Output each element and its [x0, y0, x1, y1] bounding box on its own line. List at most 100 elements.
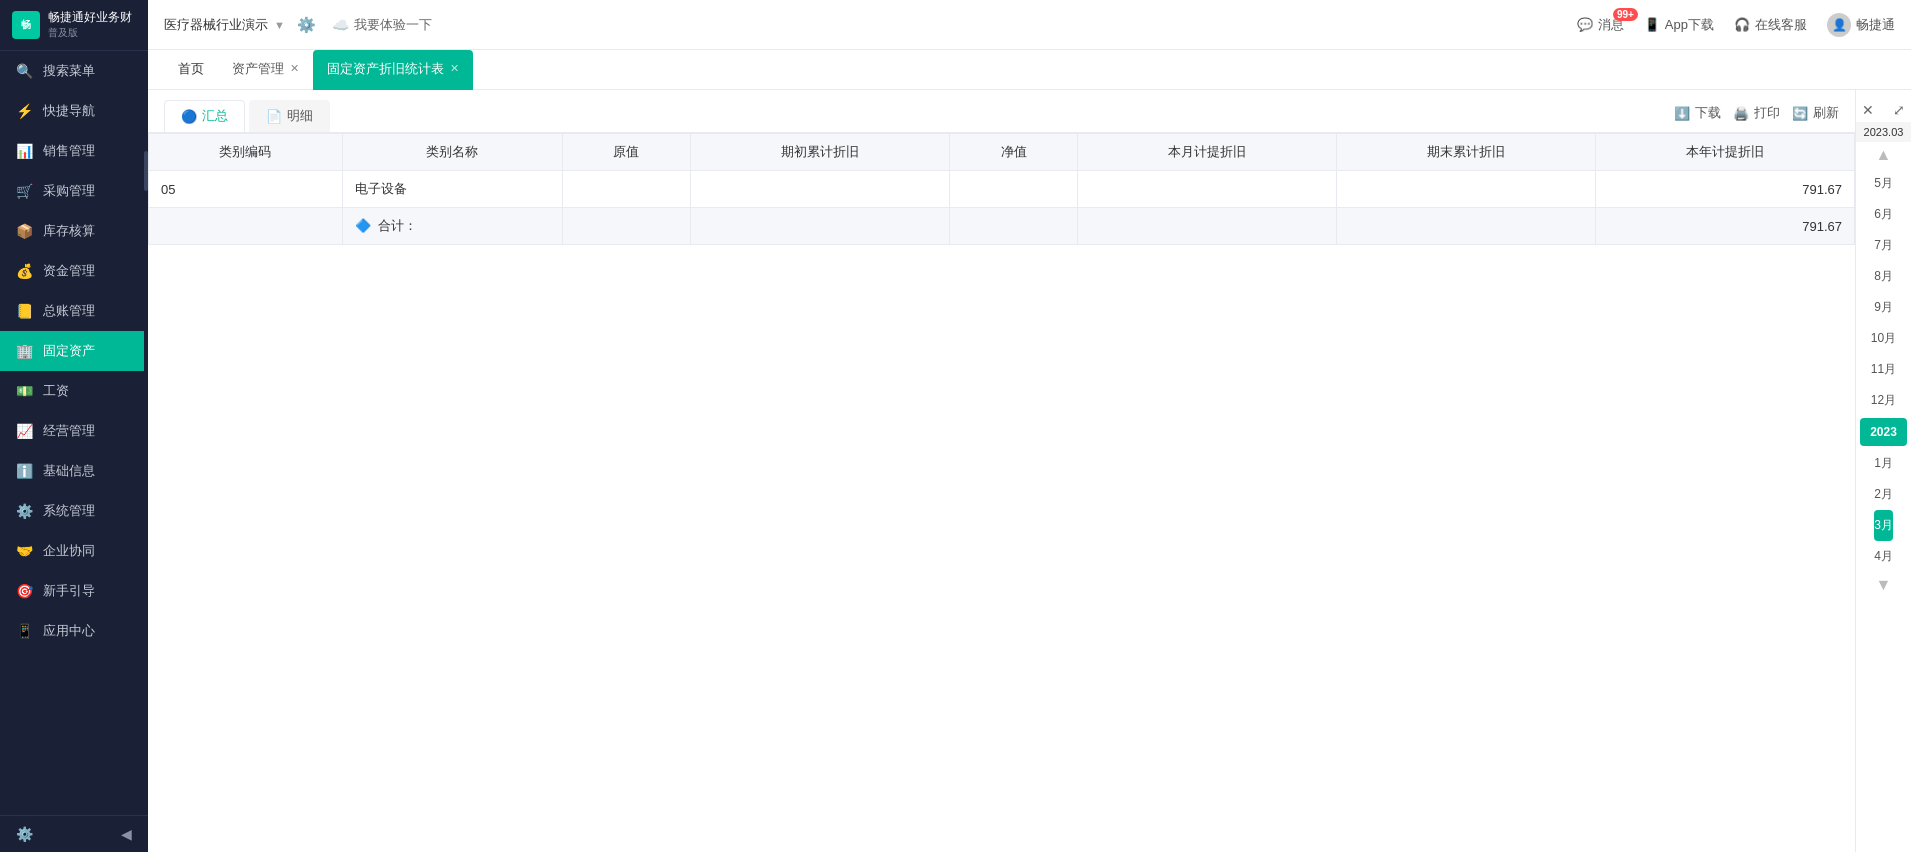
year-2023-marker[interactable]: 2023: [1860, 418, 1907, 446]
main-area: 医疗器械行业演示 ▼ ⚙️ ☁️ 我要体验一下 💬 消息 99+ 📱 App下载…: [148, 0, 1911, 852]
message-badge: 99+: [1613, 8, 1638, 21]
sidebar-item-label: 基础信息: [43, 462, 95, 480]
sidebar-item-label: 企业协同: [43, 542, 95, 560]
tab-home[interactable]: 首页: [164, 50, 218, 90]
panel-up-btn[interactable]: ▲: [1872, 142, 1896, 168]
content-main: 🔵 汇总 📄 明细 ⬇️ 下载 🖨️ 打印: [148, 90, 1855, 852]
message-btn[interactable]: 💬 消息 99+: [1577, 16, 1624, 34]
sidebar-item-guide[interactable]: 🎯新手引导: [0, 571, 144, 611]
print-icon: 🖨️: [1733, 106, 1749, 121]
app-download-btn[interactable]: 📱 App下载: [1644, 16, 1714, 34]
system-icon: ⚙️: [16, 503, 33, 519]
collapse-icon[interactable]: ◀: [121, 826, 132, 842]
tab-depreciation-close-icon[interactable]: ✕: [450, 62, 459, 75]
purchase-icon: 🛒: [16, 183, 33, 199]
sidebar-item-search[interactable]: 🔍搜索菜单: [0, 51, 144, 91]
quick-nav-icon: ⚡: [16, 103, 33, 119]
sidebar-item-label: 销售管理: [43, 142, 95, 160]
cell-net: [949, 171, 1077, 208]
col-initial-dep: 期初累计折旧: [691, 134, 950, 171]
summary-annual-dep: 791.67: [1596, 208, 1855, 245]
app-download-label: App下载: [1665, 16, 1714, 34]
summary-original: [562, 208, 690, 245]
month-7月[interactable]: 7月: [1871, 230, 1896, 261]
settings-icon[interactable]: ⚙️: [16, 826, 33, 842]
sidebar-item-inventory[interactable]: 📦库存核算: [0, 211, 144, 251]
col-annual-dep: 本年计提折旧: [1596, 134, 1855, 171]
sidebar-item-sales[interactable]: 📊销售管理: [0, 131, 144, 171]
refresh-icon: 🔄: [1792, 106, 1808, 121]
subtab-detail[interactable]: 📄 明细: [249, 100, 330, 132]
sidebar-item-basic-info[interactable]: ℹ️ 基础信息: [0, 451, 144, 491]
user-btn[interactable]: 👤 畅捷通: [1827, 13, 1895, 37]
summary-monthly-dep: [1078, 208, 1337, 245]
customer-service-icon: 🎧: [1734, 17, 1750, 32]
company-selector[interactable]: 医疗器械行业演示 ▼: [164, 16, 285, 34]
sidebar-item-system[interactable]: ⚙️ 系统管理: [0, 491, 144, 531]
month-9月[interactable]: 9月: [1871, 292, 1896, 323]
sidebar-item-label: 采购管理: [43, 182, 95, 200]
download-btn[interactable]: ⬇️ 下载: [1674, 104, 1721, 122]
customer-service-btn[interactable]: 🎧 在线客服: [1734, 16, 1807, 34]
sidebar-item-purchase[interactable]: 🛒 采购管理: [0, 171, 144, 211]
user-label: 畅捷通: [1856, 16, 1895, 34]
panel-close-icon[interactable]: ✕: [1862, 102, 1874, 118]
cell-end-dep: [1337, 171, 1596, 208]
cell-original: [562, 171, 690, 208]
sidebar-item-fixed-assets[interactable]: 🏢 固定资产: [0, 331, 144, 371]
month-3月[interactable]: 3月: [1874, 510, 1893, 541]
sidebar-item-label: 工资: [43, 382, 69, 400]
month-5月[interactable]: 5月: [1871, 168, 1896, 199]
sidebar-footer: ⚙️ ◀: [0, 815, 148, 852]
fixed-assets-icon: 🏢: [16, 343, 33, 359]
experience-btn[interactable]: ☁️ 我要体验一下: [332, 16, 432, 34]
print-btn[interactable]: 🖨️ 打印: [1733, 104, 1780, 122]
sidebar-item-salary[interactable]: 💵工资: [0, 371, 144, 411]
subtab-summary[interactable]: 🔵 汇总: [164, 100, 245, 132]
company-arrow-icon: ▼: [274, 19, 285, 31]
message-icon: 💬: [1577, 17, 1593, 32]
sidebar-item-operations[interactable]: 📈经营管理: [0, 411, 144, 451]
month-8月[interactable]: 8月: [1871, 261, 1896, 292]
sidebar-item-app-center[interactable]: 📱应用中心: [0, 611, 144, 651]
sidebar-item-label: 资金管理: [43, 262, 95, 280]
tab-asset-manage[interactable]: 资产管理 ✕: [218, 50, 313, 90]
sidebar-item-finance[interactable]: 💰资金管理: [0, 251, 144, 291]
subtab-bar: 🔵 汇总 📄 明细 ⬇️ 下载 🖨️ 打印: [148, 90, 1855, 133]
sidebar-item-label: 固定资产: [43, 342, 95, 360]
sidebar-item-label: 系统管理: [43, 502, 95, 520]
month-4月[interactable]: 4月: [1874, 541, 1893, 572]
month-1月[interactable]: 1月: [1874, 448, 1893, 479]
col-end-dep: 期末累计折旧: [1337, 134, 1596, 171]
tab-depreciation[interactable]: 固定资产折旧统计表 ✕: [313, 50, 473, 90]
month-10月[interactable]: 10月: [1871, 323, 1896, 354]
sidebar-item-quick-nav[interactable]: ⚡快捷导航: [0, 91, 144, 131]
year-label: 2023.03: [1856, 122, 1911, 142]
month-6月[interactable]: 6月: [1871, 199, 1896, 230]
settings-gear-icon[interactable]: ⚙️: [297, 16, 316, 34]
refresh-btn[interactable]: 🔄 刷新: [1792, 104, 1839, 122]
month-2月[interactable]: 2月: [1874, 479, 1893, 510]
sidebar-header: 畅 畅捷通好业务财 普及版: [0, 0, 148, 51]
topbar-right: 💬 消息 99+ 📱 App下载 🎧 在线客服 👤 畅捷通: [1577, 13, 1895, 37]
sidebar-item-label: 库存核算: [43, 222, 95, 240]
col-name: 类别名称: [342, 134, 562, 171]
experience-label: 我要体验一下: [354, 16, 432, 34]
panel-down-btn[interactable]: ▼: [1872, 572, 1896, 598]
ledger-icon: 📒: [16, 303, 33, 319]
content-area: 🔵 汇总 📄 明细 ⬇️ 下载 🖨️ 打印: [148, 90, 1911, 852]
basic-info-icon: ℹ️: [16, 463, 33, 479]
sidebar-item-ledger[interactable]: 📒总账管理: [0, 291, 144, 331]
col-code: 类别编码: [149, 134, 343, 171]
panel-expand-icon[interactable]: ⤢: [1893, 102, 1905, 118]
sidebar-scrollbar[interactable]: [144, 51, 148, 815]
sidebar-item-cooperation[interactable]: 🤝企业协同: [0, 531, 144, 571]
topbar: 医疗器械行业演示 ▼ ⚙️ ☁️ 我要体验一下 💬 消息 99+ 📱 App下载…: [148, 0, 1911, 50]
app-edition: 普及版: [48, 26, 132, 40]
guide-icon: 🎯: [16, 583, 33, 599]
month-12月[interactable]: 12月: [1871, 385, 1896, 416]
col-monthly-dep: 本月计提折旧: [1078, 134, 1337, 171]
month-11月[interactable]: 11月: [1871, 354, 1896, 385]
tab-asset-manage-close-icon[interactable]: ✕: [290, 62, 299, 75]
summary-empty: [149, 208, 343, 245]
